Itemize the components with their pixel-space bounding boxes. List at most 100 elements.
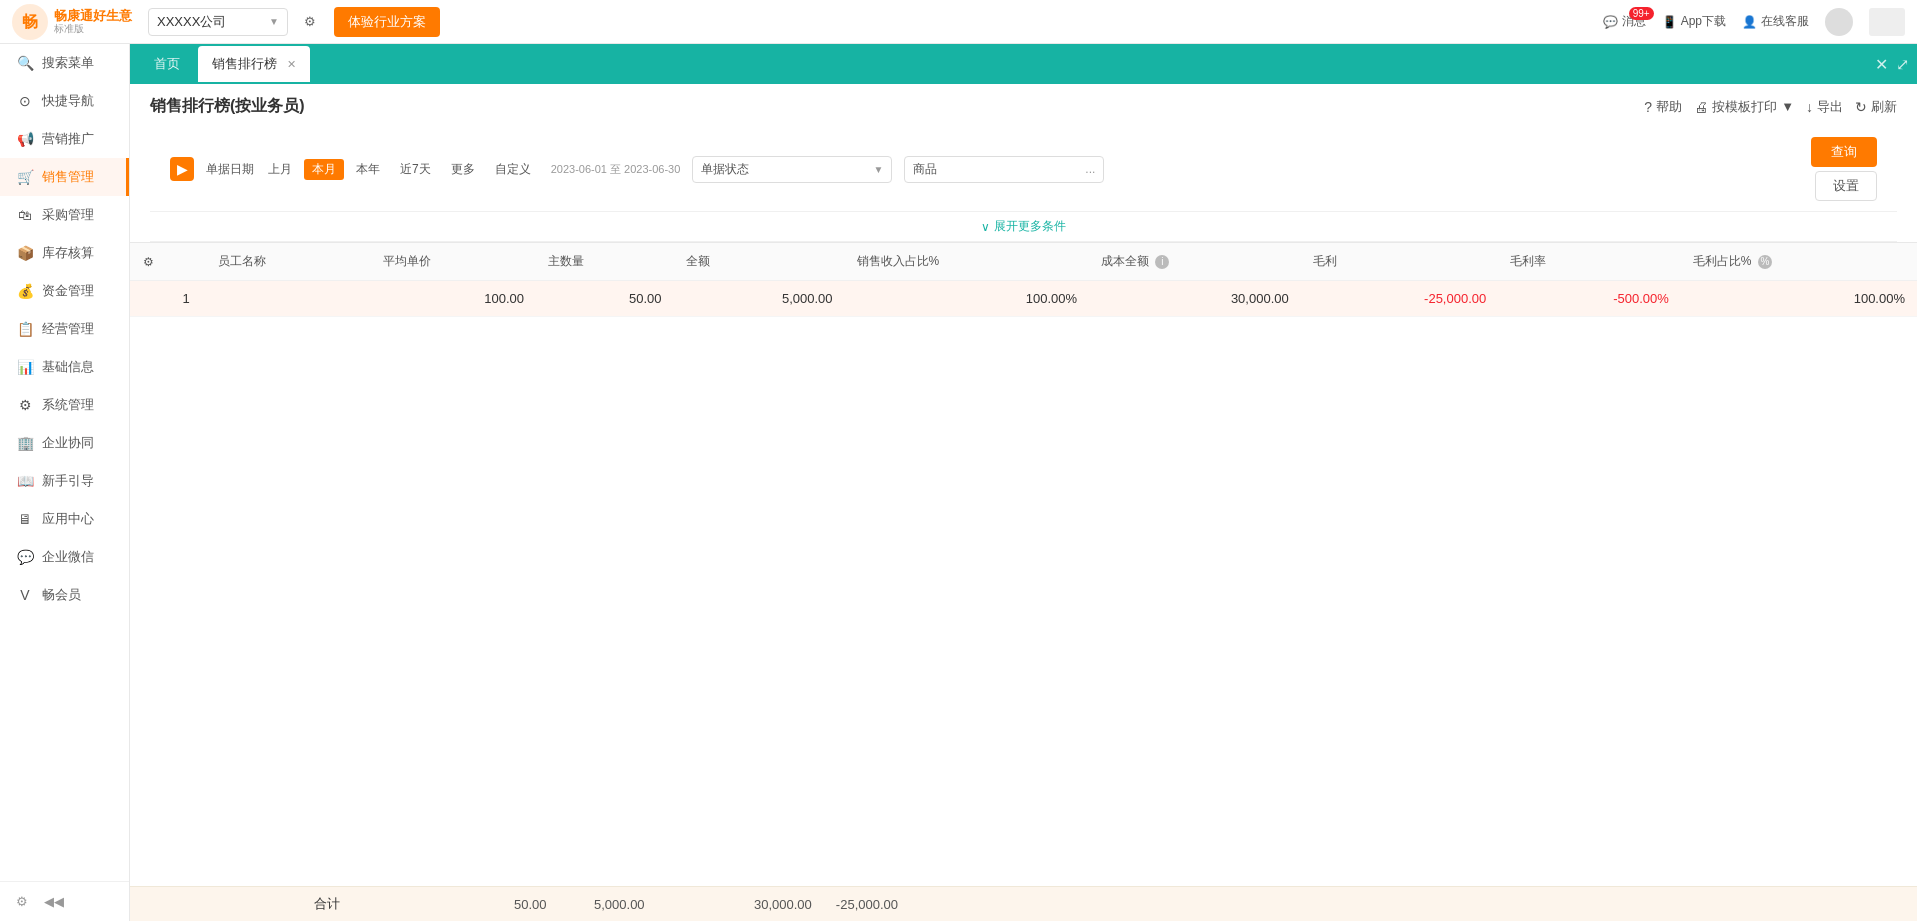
tab-home[interactable]: 首页 xyxy=(138,44,196,84)
sidebar-item-app-center[interactable]: 🖥 应用中心 xyxy=(0,500,129,538)
tab-restore-icon[interactable]: ⤢ xyxy=(1896,55,1909,74)
date-tab-this-year[interactable]: 本年 xyxy=(348,159,388,180)
th-gross: 毛利 xyxy=(1301,243,1499,281)
date-tab-custom[interactable]: 自定义 xyxy=(487,159,539,180)
sidebar-icon-guide: 📖 xyxy=(16,472,34,490)
date-tab-7days[interactable]: 近7天 xyxy=(392,159,439,180)
help-btn[interactable]: ? 帮助 xyxy=(1644,98,1682,116)
query-btn[interactable]: 查询 xyxy=(1811,137,1877,167)
table-footer: 合计 50.00 5,000.00 30,000.00 -25,000.00 xyxy=(130,886,1917,921)
sidebar-item-guide[interactable]: 📖 新手引导 xyxy=(0,462,129,500)
date-tab-more[interactable]: 更多 xyxy=(443,159,483,180)
sidebar-item-member[interactable]: V 畅会员 xyxy=(0,576,129,614)
cell-avg-price-0: 100.00 xyxy=(371,281,536,317)
column-settings-icon[interactable]: ⚙ xyxy=(143,255,154,269)
sidebar-label-enterprise: 企业协同 xyxy=(42,434,94,452)
th-avg-price: 平均单价 xyxy=(371,243,536,281)
sidebar-label-operations: 经营管理 xyxy=(42,320,94,338)
footer-cost: 30,000.00 xyxy=(742,897,824,912)
goods-filter-select[interactable]: 商品 ... xyxy=(904,156,1104,183)
expand-more-row[interactable]: ∨ 展开更多条件 xyxy=(150,212,1897,242)
refresh-btn[interactable]: ↻ 刷新 xyxy=(1855,98,1897,116)
th-rank xyxy=(166,243,206,281)
print-btn[interactable]: 🖨 按模板打印 ▼ xyxy=(1694,98,1794,116)
cell-sales-ratio-0: 100.00% xyxy=(845,281,1090,317)
footer-amount: 5,000.00 xyxy=(582,897,662,912)
table-container: ⚙ 员工名称 平均单价 主数量 全额 销售收入占比% 成本全额 i xyxy=(130,243,1917,886)
company-selector[interactable]: XXXXX公司 ▼ xyxy=(148,8,288,36)
sidebar-item-quick-nav[interactable]: ⊙ 快捷导航 xyxy=(0,82,129,120)
cell-gross-0: -25,000.00 xyxy=(1301,281,1499,317)
online-service-btn[interactable]: 👤 在线客服 xyxy=(1742,13,1809,30)
cell-rank-0: 1 xyxy=(166,281,206,317)
user-name-area xyxy=(1869,8,1905,36)
th-gross-rate: 毛利率 xyxy=(1498,243,1681,281)
goods-filter-more[interactable]: ... xyxy=(1085,162,1095,176)
logo-icon: 畅 xyxy=(12,4,48,40)
sales-ranking-table: ⚙ 员工名称 平均单价 主数量 全额 销售收入占比% 成本全额 i xyxy=(130,243,1917,317)
sidebar-settings-icon[interactable]: ⚙ xyxy=(16,894,28,909)
export-btn[interactable]: ↓ 导出 xyxy=(1806,98,1843,116)
content-title-row: 销售排行榜(按业务员) ? 帮助 🖨 按模板打印 ▼ xyxy=(150,96,1897,117)
sidebar-item-operations[interactable]: 📋 经营管理 xyxy=(0,310,129,348)
app-download-icon: 📱 xyxy=(1662,15,1677,29)
sidebar-label-search: 搜索菜单 xyxy=(42,54,94,72)
export-icon: ↓ xyxy=(1806,99,1813,115)
sidebar-icon-finance: 💰 xyxy=(16,282,34,300)
tab-maximize-icon[interactable]: ✕ xyxy=(1875,55,1888,74)
goods-filter-label: 商品 xyxy=(913,161,937,178)
sidebar-icon-inventory: 📦 xyxy=(16,244,34,262)
date-tab-last-month[interactable]: 上月 xyxy=(260,159,300,180)
status-filter-select[interactable]: 单据状态 ▼ xyxy=(692,156,892,183)
sidebar-item-wechat[interactable]: 💬 企业微信 xyxy=(0,538,129,576)
sidebar-item-finance[interactable]: 💰 资金管理 xyxy=(0,272,129,310)
svg-text:畅: 畅 xyxy=(22,13,38,30)
filter-expand-btn[interactable]: ▶ xyxy=(170,157,194,181)
sidebar-item-inventory[interactable]: 📦 库存核算 xyxy=(0,234,129,272)
footer-gross: -25,000.00 xyxy=(824,897,910,912)
tab-sales-ranking[interactable]: 销售排行榜 ✕ xyxy=(198,46,310,82)
footer-quantity: 50.00 xyxy=(502,897,582,912)
status-select-arrow-icon: ▼ xyxy=(873,164,883,175)
sidebar-icon-app-center: 🖥 xyxy=(16,510,34,528)
export-label: 导出 xyxy=(1817,98,1843,116)
top-bar: 畅 畅康通好生意 标准版 XXXXX公司 ▼ ⚙ 体验行业方案 💬 消息 99+… xyxy=(0,0,1917,44)
th-quantity: 主数量 xyxy=(536,243,674,281)
sidebar-collapse-icon[interactable]: ◀◀ xyxy=(44,894,64,909)
sidebar: 🔍 搜索菜单 ⊙ 快捷导航 📢 营销推广 🛒 销售管理 🛍 采购管理 📦 库存核… xyxy=(0,44,130,921)
table-header: ⚙ 员工名称 平均单价 主数量 全额 销售收入占比% 成本全额 i xyxy=(130,243,1917,281)
experience-btn[interactable]: 体验行业方案 xyxy=(334,7,440,37)
avatar[interactable] xyxy=(1825,8,1853,36)
tab-close-icon[interactable]: ✕ xyxy=(287,58,296,71)
filter-bar: ▶ 单据日期 上月 本月 本年 近7天 更多 自定义 xyxy=(150,127,1897,212)
sidebar-item-sales[interactable]: 🛒 销售管理 xyxy=(0,158,129,196)
sidebar-item-search[interactable]: 🔍 搜索菜单 xyxy=(0,44,129,82)
print-dropdown-icon[interactable]: ▼ xyxy=(1781,99,1794,114)
table-header-row: ⚙ 员工名称 平均单价 主数量 全额 销售收入占比% 成本全额 i xyxy=(130,243,1917,281)
content-header: 销售排行榜(按业务员) ? 帮助 🖨 按模板打印 ▼ xyxy=(130,84,1917,243)
date-filter-label: 单据日期 xyxy=(206,161,254,178)
sidebar-label-quick-nav: 快捷导航 xyxy=(42,92,94,110)
cost-info-icon[interactable]: i xyxy=(1155,255,1169,269)
sidebar-item-basic-info[interactable]: 📊 基础信息 xyxy=(0,348,129,386)
th-settings: ⚙ xyxy=(130,243,166,281)
sidebar-item-system[interactable]: ⚙ 系统管理 xyxy=(0,386,129,424)
expand-more-btn[interactable]: ∨ 展开更多条件 xyxy=(981,218,1066,235)
sidebar-icon-search: 🔍 xyxy=(16,54,34,72)
sidebar-item-purchase[interactable]: 🛍 采购管理 xyxy=(0,196,129,234)
sidebar-icon-operations: 📋 xyxy=(16,320,34,338)
date-tabs: 上月 本月 本年 近7天 更多 自定义 xyxy=(260,159,539,180)
sidebar-item-marketing[interactable]: 📢 营销推广 xyxy=(0,120,129,158)
message-btn[interactable]: 💬 消息 99+ xyxy=(1603,13,1646,30)
filter-setting-btn[interactable]: 设置 xyxy=(1815,171,1877,201)
settings-icon-btn[interactable]: ⚙ xyxy=(296,8,324,36)
gross-ratio-info-icon[interactable]: % xyxy=(1758,255,1772,269)
date-tab-this-month[interactable]: 本月 xyxy=(304,159,344,180)
sidebar-item-enterprise[interactable]: 🏢 企业协同 xyxy=(0,424,129,462)
date-range-display: 2023-06-01 至 2023-06-30 xyxy=(551,162,681,177)
table-row: 1 100.00 50.00 5,000.00 100.00% 30,000.0… xyxy=(130,281,1917,317)
app-download-btn[interactable]: 📱 App下载 xyxy=(1662,13,1726,30)
header-actions: ? 帮助 🖨 按模板打印 ▼ ↓ 导出 xyxy=(1644,98,1897,116)
sidebar-icon-quick-nav: ⊙ xyxy=(16,92,34,110)
cell-amount-0: 5,000.00 xyxy=(674,281,845,317)
